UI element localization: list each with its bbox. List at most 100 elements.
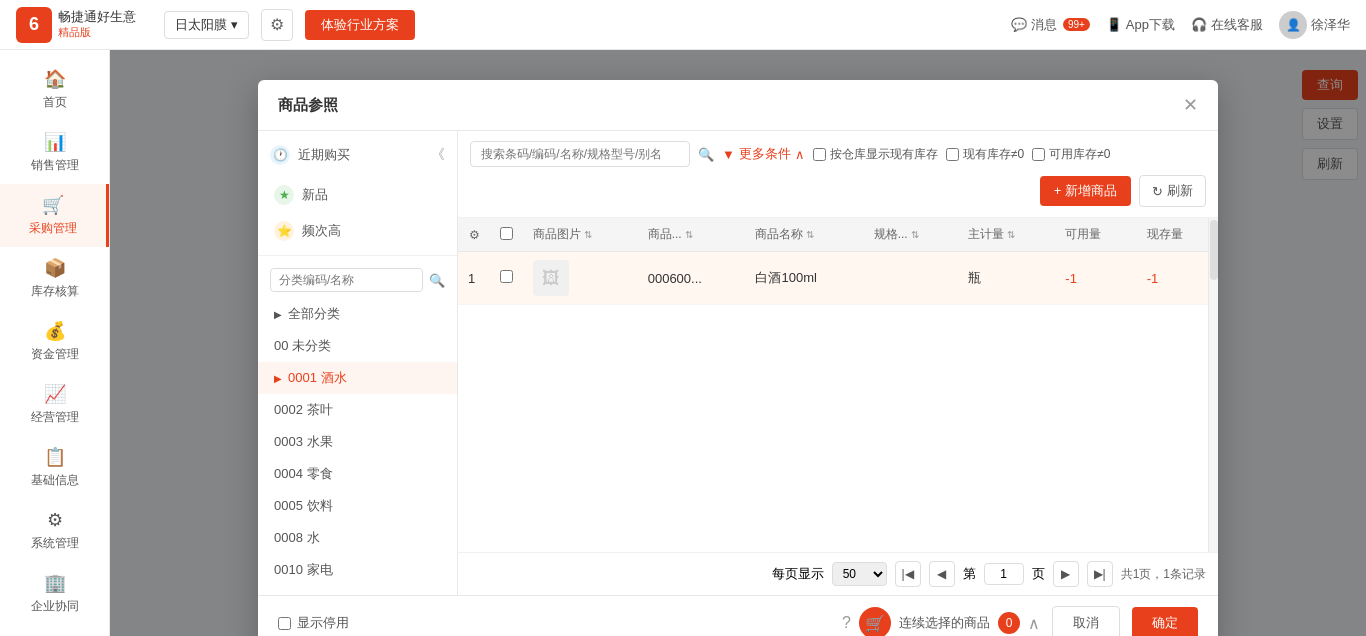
sidebar-item-home[interactable]: 🏠 首页: [0, 58, 109, 121]
stock-nonzero-checkbox[interactable]: 现有库存≠0: [946, 146, 1024, 163]
recent-purchase-item[interactable]: 🕐 近期购买: [270, 141, 350, 169]
product-search-icon[interactable]: 🔍: [698, 147, 714, 162]
category-item-0005[interactable]: 0005 饮料: [258, 490, 457, 522]
category-item-0004[interactable]: 0004 零食: [258, 458, 457, 490]
stock-nonzero-label: 现有库存≠0: [963, 146, 1024, 163]
category-item-0010[interactable]: 0010 家电: [258, 554, 457, 585]
page-number-input[interactable]: [984, 563, 1024, 585]
sidebar-item-sales[interactable]: 📊 销售管理: [0, 121, 109, 184]
category-search-input[interactable]: [270, 268, 423, 292]
next-page-btn[interactable]: ▶: [1053, 561, 1079, 587]
confirm-button[interactable]: 确定: [1132, 607, 1198, 636]
show-disabled-input[interactable]: [278, 617, 291, 630]
arrow-icon: ▶: [274, 373, 282, 384]
scrollbar-thumb: [1210, 220, 1218, 280]
show-disabled-label: 显示停用: [297, 614, 349, 632]
cell-image: 🖼: [523, 252, 638, 305]
freq-high-item[interactable]: ⭐ 频次高: [258, 213, 457, 249]
dropdown-arrow-icon: ▾: [231, 17, 238, 32]
new-product-item[interactable]: ★ 新品: [258, 177, 457, 213]
available-nonzero-checkbox[interactable]: 可用库存≠0: [1032, 146, 1110, 163]
refresh-icon: ↻: [1152, 184, 1163, 199]
first-page-btn[interactable]: |◀: [895, 561, 921, 587]
cancel-button[interactable]: 取消: [1052, 606, 1120, 636]
category-item-0001[interactable]: ▶ 0001 酒水: [258, 362, 457, 394]
category-item-0003[interactable]: 0003 水果: [258, 426, 457, 458]
add-product-button[interactable]: + 新增商品: [1040, 176, 1131, 206]
gear-button[interactable]: ⚙: [261, 9, 293, 41]
sort-icon: ⇅: [1007, 229, 1015, 240]
message-icon: 💬: [1011, 17, 1027, 32]
sidebar-item-enterprise[interactable]: 🏢 企业协同: [0, 562, 109, 625]
th-image-label: 商品图片: [533, 226, 581, 243]
table-row[interactable]: 1 🖼 000600...: [458, 252, 1218, 305]
sidebar-item-operation[interactable]: 📈 经营管理: [0, 373, 109, 436]
store-name: 日太阳膜: [175, 16, 227, 34]
all-category-item[interactable]: ▶ 全部分类: [258, 298, 457, 330]
main-content: 查询 设置 刷新 商品参照 ✕ 🕐: [110, 50, 1366, 636]
category-item-0008[interactable]: 0008 水: [258, 522, 457, 554]
page-size-select[interactable]: 50 100 200: [832, 562, 887, 586]
online-service-label: 在线客服: [1211, 16, 1263, 34]
product-image: 🖼: [533, 260, 569, 296]
th-name: 商品名称 ⇅: [745, 218, 863, 252]
avatar: 👤: [1279, 11, 1307, 39]
warehouse-checkbox-input[interactable]: [813, 148, 826, 161]
collapse-left-btn[interactable]: 《: [431, 146, 445, 164]
column-settings-icon[interactable]: ⚙: [469, 228, 480, 242]
category-search-icon[interactable]: 🔍: [429, 273, 445, 288]
th-settings: ⚙: [458, 218, 490, 252]
sidebar-item-guide[interactable]: 🔰 新手引导: [0, 625, 109, 636]
sidebar-item-system[interactable]: ⚙ 系统管理: [0, 499, 109, 562]
help-icon[interactable]: ?: [842, 614, 851, 632]
messages-btn[interactable]: 💬 消息 99+: [1011, 16, 1090, 34]
online-service-btn[interactable]: 🎧 在线客服: [1191, 16, 1263, 34]
new-label: 新品: [302, 186, 328, 204]
category-label: 0003 水果: [274, 433, 333, 451]
row-checkbox[interactable]: [500, 270, 513, 283]
cart-icon[interactable]: 🛒: [859, 607, 891, 636]
more-conditions-btn[interactable]: ▼ 更多条件 ∧: [722, 145, 805, 163]
sidebar-item-purchase[interactable]: 🛒 采购管理: [0, 184, 109, 247]
last-page-btn[interactable]: ▶|: [1087, 561, 1113, 587]
cell-code: 000600...: [638, 252, 746, 305]
th-spec-label: 规格...: [874, 226, 908, 243]
category-item-0002[interactable]: 0002 茶叶: [258, 394, 457, 426]
category-label: 0005 饮料: [274, 497, 333, 515]
brand-sub: 精品版: [58, 25, 136, 40]
modal-footer: 显示停用 ? 🛒 连续选择的商品 0 ∧ 取消 确定: [258, 595, 1218, 636]
stock-nonzero-input[interactable]: [946, 148, 959, 161]
product-search-input[interactable]: [470, 141, 690, 167]
sidebar: 🏠 首页 📊 销售管理 🛒 采购管理 📦 库存核算 💰 资金管理 📈 经营管理 …: [0, 50, 110, 636]
category-item-00[interactable]: 00 未分类: [258, 330, 457, 362]
experience-btn[interactable]: 体验行业方案: [305, 10, 415, 40]
app-download-label: App下载: [1126, 16, 1175, 34]
collapse-cart-btn[interactable]: ∧: [1028, 614, 1040, 633]
store-selector[interactable]: 日太阳膜 ▾: [164, 11, 249, 39]
available-nonzero-input[interactable]: [1032, 148, 1045, 161]
refresh-button[interactable]: ↻ 刷新: [1139, 175, 1206, 207]
prev-page-btn[interactable]: ◀: [929, 561, 955, 587]
recent-icon: 🕐: [270, 145, 290, 165]
th-name-label: 商品名称: [755, 226, 803, 243]
user-menu[interactable]: 👤 徐泽华: [1279, 11, 1350, 39]
modal-close-button[interactable]: ✕: [1183, 94, 1198, 116]
expand-arrow-icon: ▶: [274, 309, 282, 320]
warehouse-filter-checkbox[interactable]: 按仓库显示现有库存: [813, 146, 938, 163]
operation-icon: 📈: [44, 383, 66, 405]
available-nonzero-label: 可用库存≠0: [1049, 146, 1110, 163]
show-disabled-checkbox[interactable]: 显示停用: [278, 614, 349, 632]
sidebar-item-inventory[interactable]: 📦 库存核算: [0, 247, 109, 310]
all-category-label: 全部分类: [288, 305, 340, 323]
sales-icon: 📊: [44, 131, 66, 153]
filter-icon: ▼: [722, 147, 735, 162]
app-download-btn[interactable]: 📱 App下载: [1106, 16, 1175, 34]
sidebar-item-basic-info[interactable]: 📋 基础信息: [0, 436, 109, 499]
select-all-checkbox[interactable]: [500, 227, 513, 240]
modal-title: 商品参照: [278, 96, 338, 115]
sidebar-item-label: 经营管理: [31, 409, 79, 426]
recent-label: 近期购买: [298, 146, 350, 164]
table-scrollbar[interactable]: [1208, 218, 1218, 552]
modal-header: 商品参照 ✕: [258, 80, 1218, 131]
sidebar-item-finance[interactable]: 💰 资金管理: [0, 310, 109, 373]
